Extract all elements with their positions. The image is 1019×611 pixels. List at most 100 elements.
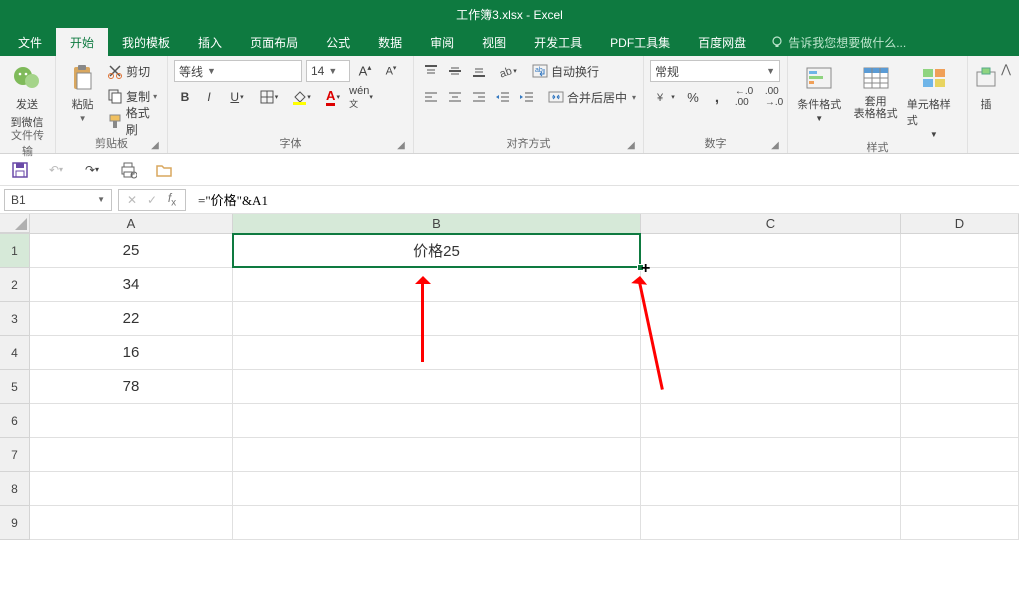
row-header[interactable]: 2 <box>0 268 30 302</box>
cell[interactable] <box>233 472 641 506</box>
align-middle-button[interactable] <box>444 60 466 82</box>
cell[interactable] <box>641 404 901 438</box>
row-header[interactable]: 5 <box>0 370 30 404</box>
cell[interactable]: 25 <box>30 234 233 268</box>
align-bottom-button[interactable] <box>468 60 490 82</box>
collapse-ribbon-button[interactable]: ⋀ <box>996 56 1016 153</box>
col-header-b[interactable]: B <box>233 214 641 233</box>
cell[interactable] <box>233 336 641 370</box>
cell[interactable] <box>901 438 1019 472</box>
open-button[interactable] <box>152 158 176 182</box>
increase-indent-button[interactable] <box>516 86 538 108</box>
cell[interactable] <box>641 302 901 336</box>
cell[interactable] <box>641 438 901 472</box>
col-header-a[interactable]: A <box>30 214 233 233</box>
col-header-d[interactable]: D <box>901 214 1019 233</box>
align-top-button[interactable] <box>420 60 442 82</box>
cell[interactable] <box>641 268 901 302</box>
cell-styles-button[interactable]: 单元格样式▼ <box>907 60 961 139</box>
print-preview-button[interactable] <box>116 158 140 182</box>
cell[interactable] <box>641 370 901 404</box>
cell[interactable] <box>233 302 641 336</box>
cell[interactable]: 22 <box>30 302 233 336</box>
tab-formulas[interactable]: 公式 <box>312 28 364 56</box>
increase-font-button[interactable]: A▴ <box>354 60 376 82</box>
tab-pdf[interactable]: PDF工具集 <box>596 28 684 56</box>
cell[interactable] <box>233 268 641 302</box>
cell[interactable] <box>901 234 1019 268</box>
col-header-c[interactable]: C <box>641 214 901 233</box>
number-launcher[interactable]: ◢ <box>769 139 781 151</box>
percent-button[interactable]: % <box>682 86 704 108</box>
enter-formula-button[interactable]: ✓ <box>143 193 161 207</box>
row-header[interactable]: 3 <box>0 302 30 336</box>
row-header[interactable]: 6 <box>0 404 30 438</box>
underline-button[interactable]: U▾ <box>222 86 252 108</box>
cut-button[interactable]: 剪切 <box>107 60 161 82</box>
format-as-table-button[interactable]: 套用 表格格式 <box>849 60 903 120</box>
conditional-format-button[interactable]: 条件格式▼ <box>794 60 845 123</box>
accounting-format-button[interactable]: ¥▾ <box>650 86 680 108</box>
tab-developer[interactable]: 开发工具 <box>520 28 596 56</box>
cell[interactable] <box>901 336 1019 370</box>
phonetic-button[interactable]: wén文▾ <box>350 86 372 108</box>
font-color-button[interactable]: A▾ <box>318 86 348 108</box>
cell[interactable] <box>233 404 641 438</box>
cell[interactable] <box>901 506 1019 540</box>
align-center-button[interactable] <box>444 86 466 108</box>
cell[interactable] <box>30 404 233 438</box>
decrease-font-button[interactable]: A▾ <box>380 60 402 82</box>
border-button[interactable]: ▾ <box>254 86 284 108</box>
tab-view[interactable]: 视图 <box>468 28 520 56</box>
decrease-decimal-button[interactable]: .00→.0 <box>760 86 788 108</box>
fx-button[interactable]: fx <box>163 191 181 208</box>
align-left-button[interactable] <box>420 86 442 108</box>
tell-me-search[interactable]: 告诉我您想要做什么... <box>760 28 916 56</box>
insert-cells-button[interactable]: 插 <box>974 60 998 112</box>
tab-review[interactable]: 审阅 <box>416 28 468 56</box>
formula-input[interactable] <box>192 189 1015 211</box>
font-size-combo[interactable]: 14▼ <box>306 60 350 82</box>
italic-button[interactable]: I <box>198 86 220 108</box>
merge-center-button[interactable]: 合并后居中▾ <box>548 86 636 108</box>
font-launcher[interactable]: ◢ <box>395 139 407 151</box>
cell[interactable] <box>233 438 641 472</box>
font-name-combo[interactable]: 等线▼ <box>174 60 302 82</box>
paste-button[interactable]: 粘贴 ▼ <box>62 60 103 123</box>
cell[interactable] <box>641 234 901 268</box>
clipboard-launcher[interactable]: ◢ <box>149 139 161 151</box>
cell[interactable] <box>901 370 1019 404</box>
undo-button[interactable]: ↶▾ <box>44 158 68 182</box>
row-header[interactable]: 1 <box>0 234 30 268</box>
align-right-button[interactable] <box>468 86 490 108</box>
cell[interactable] <box>641 336 901 370</box>
decrease-indent-button[interactable] <box>492 86 514 108</box>
spreadsheet-grid[interactable]: A B C D 125价格252343224165786789 + <box>0 214 1019 540</box>
increase-decimal-button[interactable]: ←.0.00 <box>730 86 758 108</box>
save-button[interactable] <box>8 158 32 182</box>
send-to-wechat-button[interactable]: 发送 到微信 <box>6 60 48 130</box>
cell[interactable] <box>233 370 641 404</box>
tab-pagelayout[interactable]: 页面布局 <box>236 28 312 56</box>
cell[interactable] <box>641 506 901 540</box>
tab-insert[interactable]: 插入 <box>184 28 236 56</box>
cell[interactable]: 78 <box>30 370 233 404</box>
redo-button[interactable]: ↷▾ <box>80 158 104 182</box>
number-format-combo[interactable]: 常规▼ <box>650 60 780 82</box>
cell[interactable] <box>30 472 233 506</box>
cell[interactable] <box>901 302 1019 336</box>
tab-baidu[interactable]: 百度网盘 <box>684 28 760 56</box>
tab-mytemplates[interactable]: 我的模板 <box>108 28 184 56</box>
cell[interactable] <box>901 268 1019 302</box>
orientation-button[interactable]: ab▾ <box>492 60 522 82</box>
cell[interactable]: 价格25 <box>233 234 641 268</box>
cell[interactable] <box>30 506 233 540</box>
cell[interactable]: 34 <box>30 268 233 302</box>
row-header[interactable]: 9 <box>0 506 30 540</box>
cell[interactable] <box>901 404 1019 438</box>
select-all-corner[interactable] <box>0 214 30 233</box>
row-header[interactable]: 4 <box>0 336 30 370</box>
cell[interactable] <box>30 438 233 472</box>
format-painter-button[interactable]: 格式刷 <box>107 110 161 132</box>
tab-file[interactable]: 文件 <box>4 28 56 56</box>
